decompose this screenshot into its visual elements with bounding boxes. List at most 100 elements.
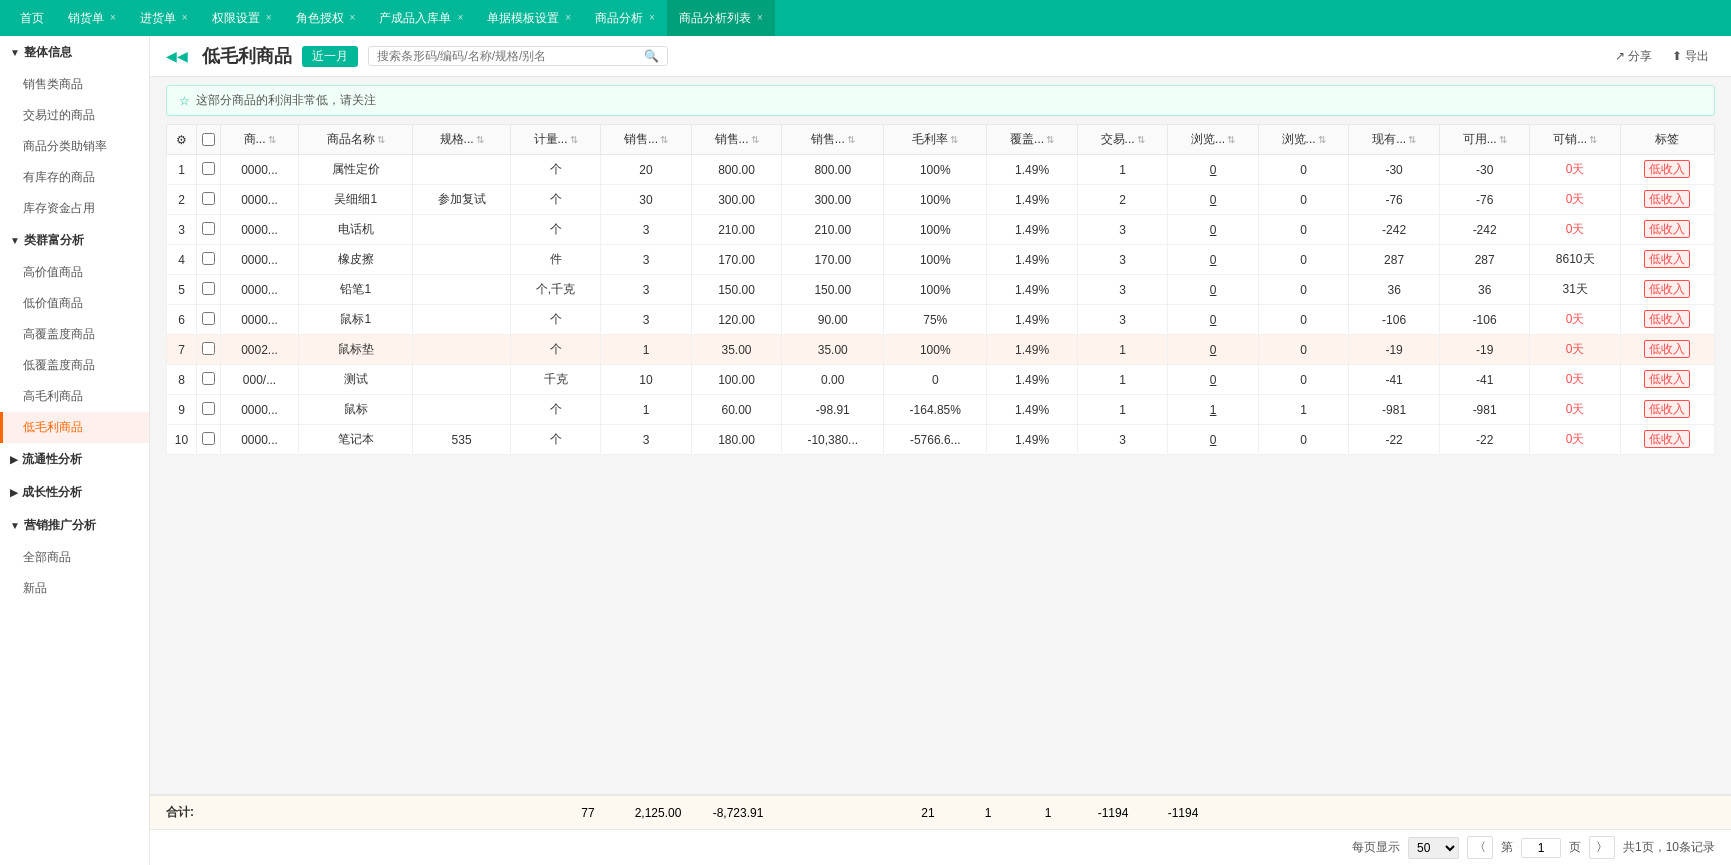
view1-link[interactable]: 0 (1210, 193, 1217, 207)
nav-products[interactable]: 产成品入库单 × (367, 0, 475, 36)
view1-link[interactable]: 0 (1210, 343, 1217, 357)
sort-spec-icon[interactable]: ⇅ (476, 134, 484, 145)
cell-view1[interactable]: 0 (1168, 335, 1259, 365)
cell-view1[interactable]: 0 (1168, 305, 1259, 335)
sidebar-group-overall[interactable]: ▼ 整体信息 (0, 36, 149, 69)
nav-home[interactable]: 首页 (8, 0, 56, 36)
sort-view1-icon[interactable]: ⇅ (1227, 134, 1235, 145)
cell-checkbox[interactable] (197, 215, 221, 245)
row-checkbox[interactable] (202, 222, 215, 235)
search-input[interactable] (377, 49, 644, 63)
search-box[interactable]: 🔍 (368, 46, 668, 66)
prev-page-button[interactable]: 〈 (1467, 836, 1493, 859)
page-number-input[interactable] (1521, 838, 1561, 858)
date-filter-button[interactable]: 近一月 (302, 46, 358, 67)
cell-checkbox[interactable] (197, 305, 221, 335)
search-icon[interactable]: 🔍 (644, 49, 659, 63)
sidebar-item-low-value[interactable]: 低价值商品 (0, 288, 149, 319)
view1-link[interactable]: 0 (1210, 373, 1217, 387)
nav-sales[interactable]: 销货单 × (56, 0, 128, 36)
nav-sales-close[interactable]: × (110, 0, 116, 36)
sidebar-item-all-products[interactable]: 全部商品 (0, 542, 149, 573)
row-checkbox[interactable] (202, 312, 215, 325)
nav-purchase-close[interactable]: × (182, 0, 188, 36)
row-checkbox[interactable] (202, 252, 215, 265)
sidebar-item-high-value[interactable]: 高价值商品 (0, 257, 149, 288)
cell-view1[interactable]: 0 (1168, 365, 1259, 395)
cell-checkbox[interactable] (197, 275, 221, 305)
cell-view1[interactable]: 0 (1168, 185, 1259, 215)
sidebar-item-stocked-products[interactable]: 有库存的商品 (0, 162, 149, 193)
sidebar-group-growth[interactable]: ▶ 成长性分析 (0, 476, 149, 509)
sort-coverage-icon[interactable]: ⇅ (1046, 134, 1054, 145)
nav-templates[interactable]: 单据模板设置 × (475, 0, 583, 36)
sidebar-item-new-products[interactable]: 新品 (0, 573, 149, 604)
sidebar-item-high-margin[interactable]: 高毛利商品 (0, 381, 149, 412)
export-button[interactable]: ⬆ 导出 (1666, 46, 1715, 67)
sidebar-item-sales-products[interactable]: 销售类商品 (0, 69, 149, 100)
cell-view1[interactable]: 0 (1168, 275, 1259, 305)
sidebar-toggle-icon[interactable]: ◀◀ (166, 48, 188, 64)
nav-analysis[interactable]: 商品分析 × (583, 0, 667, 36)
cell-view1[interactable]: 0 (1168, 155, 1259, 185)
nav-analysis-close[interactable]: × (649, 0, 655, 36)
row-checkbox[interactable] (202, 282, 215, 295)
cell-checkbox[interactable] (197, 335, 221, 365)
sort-current-stock-icon[interactable]: ⇅ (1408, 134, 1416, 145)
row-checkbox[interactable] (202, 402, 215, 415)
sidebar-group-marketing[interactable]: ▼ 营销推广分析 (0, 509, 149, 542)
cell-view1[interactable]: 0 (1168, 245, 1259, 275)
sort-saleable-icon[interactable]: ⇅ (1589, 134, 1597, 145)
share-button[interactable]: ↗ 分享 (1609, 46, 1658, 67)
view1-link[interactable]: 0 (1210, 223, 1217, 237)
sort-sale-price-icon[interactable]: ⇅ (751, 134, 759, 145)
sidebar-item-traded-products[interactable]: 交易过的商品 (0, 100, 149, 131)
sort-sale-qty-icon[interactable]: ⇅ (660, 134, 668, 145)
cell-checkbox[interactable] (197, 245, 221, 275)
sidebar-group-circulation[interactable]: ▶ 流通性分析 (0, 443, 149, 476)
cell-view1[interactable]: 0 (1168, 215, 1259, 245)
view1-link[interactable]: 0 (1210, 253, 1217, 267)
row-checkbox[interactable] (202, 162, 215, 175)
sidebar-item-category-rate[interactable]: 商品分类助销率 (0, 131, 149, 162)
sidebar-item-high-coverage[interactable]: 高覆盖度商品 (0, 319, 149, 350)
cell-view1[interactable]: 0 (1168, 425, 1259, 455)
sort-avail-stock-icon[interactable]: ⇅ (1499, 134, 1507, 145)
row-checkbox[interactable] (202, 342, 215, 355)
cell-view1[interactable]: 1 (1168, 395, 1259, 425)
nav-roles-close[interactable]: × (350, 0, 356, 36)
nav-roles[interactable]: 角色授权 × (284, 0, 368, 36)
sort-trade-icon[interactable]: ⇅ (1137, 134, 1145, 145)
select-all-checkbox[interactable] (202, 133, 215, 146)
cell-checkbox[interactable] (197, 185, 221, 215)
sort-view2-icon[interactable]: ⇅ (1318, 134, 1326, 145)
nav-analysis-list[interactable]: 商品分析列表 × (667, 0, 775, 36)
row-checkbox[interactable] (202, 432, 215, 445)
sort-name-icon[interactable]: ⇅ (377, 134, 385, 145)
view1-link[interactable]: 0 (1210, 283, 1217, 297)
nav-permissions-close[interactable]: × (266, 0, 272, 36)
settings-icon[interactable]: ⚙ (176, 133, 187, 147)
cell-checkbox[interactable] (197, 365, 221, 395)
nav-analysis-list-close[interactable]: × (757, 0, 763, 36)
cell-checkbox[interactable] (197, 155, 221, 185)
cell-checkbox[interactable] (197, 395, 221, 425)
sidebar-item-low-margin[interactable]: 低毛利商品 (0, 412, 149, 443)
per-page-select[interactable]: 50 100 200 (1408, 837, 1459, 859)
sort-gross-rate-icon[interactable]: ⇅ (950, 134, 958, 145)
nav-templates-close[interactable]: × (565, 0, 571, 36)
sidebar-item-stock-funds[interactable]: 库存资金占用 (0, 193, 149, 224)
row-checkbox[interactable] (202, 192, 215, 205)
nav-purchase[interactable]: 进货单 × (128, 0, 200, 36)
sidebar-item-low-coverage[interactable]: 低覆盖度商品 (0, 350, 149, 381)
nav-permissions[interactable]: 权限设置 × (200, 0, 284, 36)
sort-code-icon[interactable]: ⇅ (268, 134, 276, 145)
view1-link[interactable]: 0 (1210, 313, 1217, 327)
th-checkbox[interactable] (197, 125, 221, 155)
sort-sale-amount-icon[interactable]: ⇅ (847, 134, 855, 145)
nav-products-close[interactable]: × (457, 0, 463, 36)
row-checkbox[interactable] (202, 372, 215, 385)
sidebar-group-cluster[interactable]: ▼ 类群富分析 (0, 224, 149, 257)
view1-link[interactable]: 0 (1210, 433, 1217, 447)
th-settings[interactable]: ⚙ (167, 125, 197, 155)
